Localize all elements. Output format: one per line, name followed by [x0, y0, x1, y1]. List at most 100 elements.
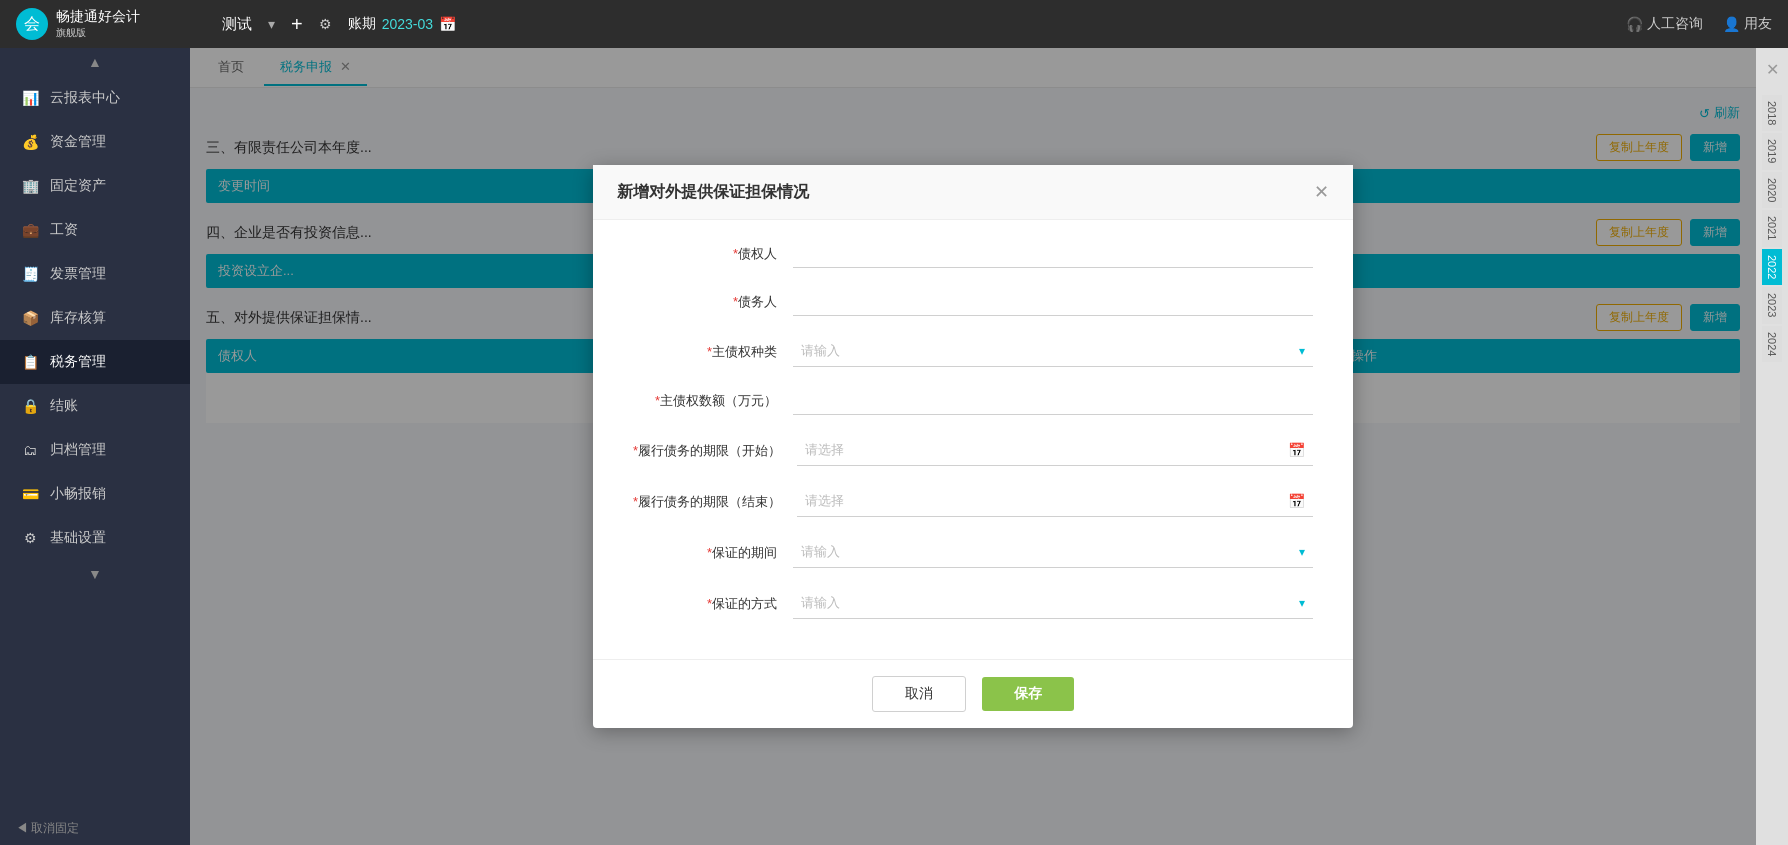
chart-icon: 📊: [20, 88, 40, 108]
logo-area: 会 畅捷通好会计 旗舰版: [16, 8, 206, 40]
label-date-start-text: 履行债务的期限（开始）: [638, 443, 781, 458]
sidebar-item-expense[interactable]: 💳 小畅报销: [0, 472, 190, 516]
archive-icon: 🗂: [20, 440, 40, 460]
sidebar-scroll-down[interactable]: ▼: [0, 560, 190, 588]
modal-dialog: 新增对外提供保证担保情况 ✕ *债权人 *债务人: [593, 165, 1353, 728]
calendar-icon[interactable]: 📅: [439, 16, 456, 32]
field-debtor: *债务人: [633, 288, 1313, 316]
company-chevron[interactable]: ▾: [268, 16, 275, 32]
settings-icon[interactable]: ⚙: [319, 16, 332, 32]
select-debt-type[interactable]: 请输入 ▾: [793, 336, 1313, 367]
field-debt-amount: *主债权数额（万元）: [633, 387, 1313, 415]
close-account-icon: 🔒: [20, 396, 40, 416]
label-guarantee-method-text: 保证的方式: [712, 596, 777, 611]
sidebar-label-invoice: 发票管理: [50, 265, 106, 283]
chevron-down-icon-debt-type: ▾: [1299, 344, 1305, 358]
select-guarantee-period[interactable]: 请输入 ▾: [793, 537, 1313, 568]
input-creditor[interactable]: [793, 240, 1313, 268]
label-debt-type: *主债权种类: [633, 343, 793, 361]
sidebar-label-assets: 固定资产: [50, 177, 106, 195]
logo-icon: 会: [16, 8, 48, 40]
select-guarantee-method[interactable]: 请输入 ▾: [793, 588, 1313, 619]
wage-icon: 💼: [20, 220, 40, 240]
year-tag-2024[interactable]: 2024: [1762, 326, 1782, 362]
period-value: 2023-03: [382, 16, 433, 32]
top-header: 会 畅捷通好会计 旗舰版 测试 ▾ + ⚙ 账期 2023-03 📅 🎧 人工咨…: [0, 0, 1788, 48]
input-debt-amount[interactable]: [793, 387, 1313, 415]
cancel-button[interactable]: 取消: [872, 676, 966, 712]
label-debt-amount: *主债权数额（万元）: [633, 392, 793, 410]
sidebar-item-invoice[interactable]: 🧾 发票管理: [0, 252, 190, 296]
field-guarantee-period: *保证的期间 请输入 ▾: [633, 537, 1313, 568]
label-debt-type-text: 主债权种类: [712, 344, 777, 359]
sidebar-label-wages: 工资: [50, 221, 78, 239]
sidebar-item-settings[interactable]: ⚙ 基础设置: [0, 516, 190, 560]
calendar-end-icon: 📅: [1288, 493, 1305, 509]
sidebar-item-finance[interactable]: 💰 资金管理: [0, 120, 190, 164]
year-tag-2019[interactable]: 2019: [1762, 133, 1782, 169]
user-button[interactable]: 👤 用友: [1723, 15, 1772, 33]
date-start-placeholder: 请选择: [805, 441, 1288, 459]
date-picker-end[interactable]: 请选择 📅: [797, 486, 1313, 517]
modal-overlay: 新增对外提供保证担保情况 ✕ *债权人 *债务人: [190, 48, 1756, 845]
field-date-end: *履行债务的期限（结束） 请选择 📅: [633, 486, 1313, 517]
add-button[interactable]: +: [291, 13, 303, 36]
select-guarantee-period-placeholder: 请输入: [801, 543, 1299, 561]
sidebar-item-cloud-reports[interactable]: 📊 云报表中心: [0, 76, 190, 120]
sidebar-label-expense: 小畅报销: [50, 485, 106, 503]
calendar-start-icon: 📅: [1288, 442, 1305, 458]
headset-icon: 🎧: [1626, 16, 1643, 32]
settings-icon: ⚙: [20, 528, 40, 548]
service-button[interactable]: 🎧 人工咨询: [1626, 15, 1703, 33]
user-icon: 👤: [1723, 16, 1740, 32]
modal-footer: 取消 保存: [593, 659, 1353, 728]
period-label: 账期: [348, 15, 376, 33]
year-tag-2020[interactable]: 2020: [1762, 172, 1782, 208]
modal-close-button[interactable]: ✕: [1314, 181, 1329, 203]
sidebar-item-assets[interactable]: 🏢 固定资产: [0, 164, 190, 208]
chevron-down-icon-guarantee-method: ▾: [1299, 596, 1305, 610]
tax-icon: 📋: [20, 352, 40, 372]
select-guarantee-method-placeholder: 请输入: [801, 594, 1299, 612]
logo-text: 畅捷通好会计: [56, 8, 140, 26]
inventory-icon: 📦: [20, 308, 40, 328]
year-tag-2022[interactable]: 2022: [1762, 249, 1782, 285]
label-guarantee-method: *保证的方式: [633, 595, 793, 613]
save-button[interactable]: 保存: [982, 677, 1074, 711]
logo-text-area: 畅捷通好会计 旗舰版: [56, 8, 140, 40]
modal-title: 新增对外提供保证担保情况: [617, 182, 809, 203]
expense-icon: 💳: [20, 484, 40, 504]
sidebar-item-inventory[interactable]: 📦 库存核算: [0, 296, 190, 340]
field-creditor: *债权人: [633, 240, 1313, 268]
sidebar-scroll-up[interactable]: ▲: [0, 48, 190, 76]
asset-icon: 🏢: [20, 176, 40, 196]
label-guarantee-period-text: 保证的期间: [712, 545, 777, 560]
year-tag-2018[interactable]: 2018: [1762, 95, 1782, 131]
date-picker-start[interactable]: 请选择 📅: [797, 435, 1313, 466]
input-debtor[interactable]: [793, 288, 1313, 316]
unpin-button[interactable]: ◀ 取消固定: [0, 812, 190, 845]
chevron-down-icon-guarantee-period: ▾: [1299, 545, 1305, 559]
service-label: 人工咨询: [1647, 15, 1703, 33]
label-debt-amount-text: 主债权数额（万元）: [660, 393, 777, 408]
year-tag-2021[interactable]: 2021: [1762, 210, 1782, 246]
sidebar-label-finance: 资金管理: [50, 133, 106, 151]
sidebar-item-close-account[interactable]: 🔒 结账: [0, 384, 190, 428]
field-guarantee-method: *保证的方式 请输入 ▾: [633, 588, 1313, 619]
user-label: 用友: [1744, 15, 1772, 33]
label-creditor: *债权人: [633, 245, 793, 263]
label-guarantee-period: *保证的期间: [633, 544, 793, 562]
logo-badge: 旗舰版: [56, 26, 140, 40]
sidebar-item-wages[interactable]: 💼 工资: [0, 208, 190, 252]
sidebar-item-archive[interactable]: 🗂 归档管理: [0, 428, 190, 472]
sidebar-item-tax[interactable]: 📋 税务管理: [0, 340, 190, 384]
year-tag-2023[interactable]: 2023: [1762, 287, 1782, 323]
period-area: 账期 2023-03 📅: [348, 15, 456, 33]
main-layout: ▲ 📊 云报表中心 💰 资金管理 🏢 固定资产 💼 工资 🧾 发票管理 📦 库存…: [0, 48, 1788, 845]
date-end-placeholder: 请选择: [805, 492, 1288, 510]
label-debtor: *债务人: [633, 293, 793, 311]
field-date-start: *履行债务的期限（开始） 请选择 📅: [633, 435, 1313, 466]
select-debt-type-placeholder: 请输入: [801, 342, 1299, 360]
company-name: 测试: [222, 15, 252, 34]
right-close-button[interactable]: ✕: [1758, 52, 1787, 87]
